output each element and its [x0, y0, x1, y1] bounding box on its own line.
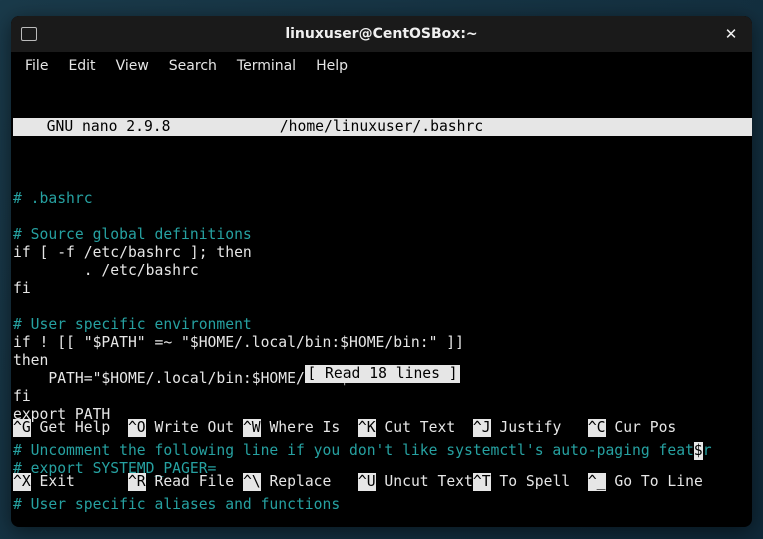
- menubar: File Edit View Search Terminal Help: [11, 52, 752, 80]
- help-key: ^W: [243, 419, 261, 437]
- help-key: ^U: [358, 473, 376, 491]
- nano-footer: [ Read 18 lines ] ^G Get Help ^O Write O…: [13, 329, 752, 527]
- file-line: # Source global definitions: [13, 226, 252, 243]
- help-key: ^C: [588, 419, 606, 437]
- file-line: . /etc/bashrc: [13, 262, 199, 279]
- help-key: ^R: [128, 473, 146, 491]
- menu-help[interactable]: Help: [306, 55, 358, 77]
- titlebar[interactable]: linuxuser@CentOSBox:~ ✕: [11, 16, 752, 52]
- help-label: Uncut Text: [376, 473, 473, 490]
- terminal-window: linuxuser@CentOSBox:~ ✕ File Edit View S…: [11, 16, 752, 527]
- file-line: # .bashrc: [13, 190, 93, 207]
- help-key: ^T: [473, 473, 491, 491]
- close-button[interactable]: ✕: [720, 23, 742, 45]
- file-line: fi: [13, 280, 31, 297]
- terminal-new-tab-icon[interactable]: [21, 27, 37, 41]
- help-label: Get Help: [31, 419, 128, 436]
- nano-version: GNU nano 2.9.8: [13, 118, 170, 136]
- menu-file[interactable]: File: [15, 55, 58, 77]
- help-label: Replace: [261, 473, 358, 490]
- help-key: ^X: [13, 473, 31, 491]
- help-key: ^K: [358, 419, 376, 437]
- help-key: ^O: [128, 419, 146, 437]
- nano-help-row-2: ^X Exit ^R Read File ^\ Replace ^U Uncut…: [13, 473, 752, 491]
- help-label: Where Is: [261, 419, 358, 436]
- help-label: Write Out: [146, 419, 243, 436]
- menu-edit[interactable]: Edit: [58, 55, 105, 77]
- help-label: Exit: [31, 473, 128, 490]
- help-key: ^G: [13, 419, 31, 437]
- help-label: Go To Line: [606, 473, 703, 490]
- nano-help-row-1: ^G Get Help ^O Write Out ^W Where Is ^K …: [13, 419, 752, 437]
- menu-search[interactable]: Search: [159, 55, 227, 77]
- help-label: Cut Text: [376, 419, 473, 436]
- file-line: if [ -f /etc/bashrc ]; then: [13, 244, 252, 261]
- help-label: Cur Pos: [606, 419, 677, 436]
- help-key: ^_: [588, 473, 606, 491]
- help-label: Justify: [491, 419, 588, 436]
- window-title: linuxuser@CentOSBox:~: [51, 26, 712, 42]
- help-label: To Spell: [491, 473, 588, 490]
- terminal-content[interactable]: GNU nano 2.9.8 /home/linuxuser/.bashrc #…: [11, 80, 752, 527]
- help-key: ^\: [243, 473, 261, 491]
- help-key: ^J: [473, 419, 491, 437]
- nano-header: GNU nano 2.9.8 /home/linuxuser/.bashrc: [13, 118, 752, 136]
- close-icon: ✕: [725, 25, 738, 43]
- menu-terminal[interactable]: Terminal: [227, 55, 306, 77]
- menu-view[interactable]: View: [106, 55, 159, 77]
- help-label: Read File: [146, 473, 243, 490]
- nano-status-line: [ Read 18 lines ]: [13, 365, 752, 383]
